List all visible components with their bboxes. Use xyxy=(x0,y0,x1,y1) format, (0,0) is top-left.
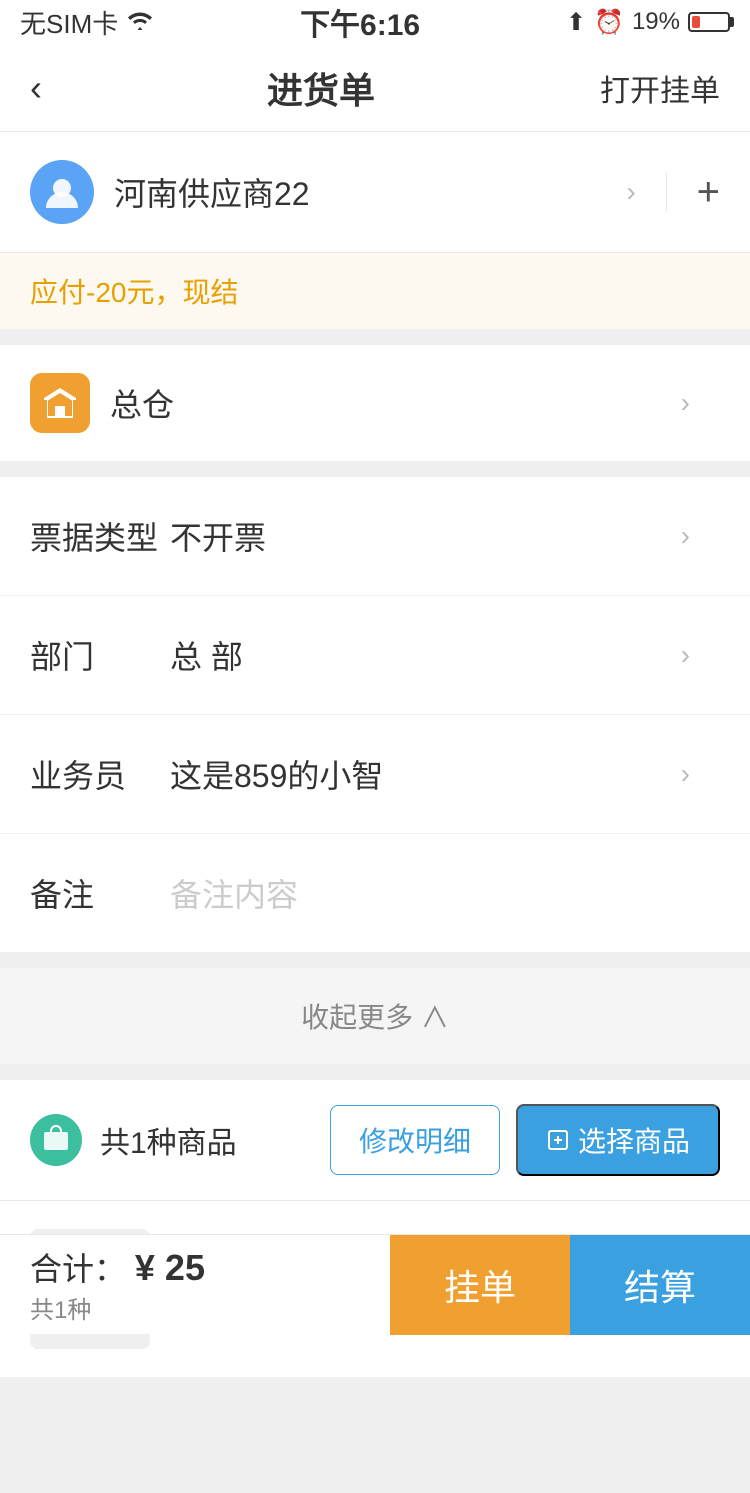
department-chevron-icon: › xyxy=(681,639,690,671)
products-header: 共1种商品 修改明细 选择商品 xyxy=(0,1080,750,1201)
location-icon: ⬆ xyxy=(566,8,586,37)
add-button[interactable]: + xyxy=(697,170,720,215)
warehouse-icon xyxy=(30,373,90,433)
status-time: 下午6:16 xyxy=(300,0,420,44)
invoice-chevron-icon: › xyxy=(681,520,690,552)
products-count: 共1种商品 xyxy=(100,1118,330,1162)
nav-bar: ‹ 进货单 打开挂单 xyxy=(0,44,750,132)
total-count: 共1种 xyxy=(30,1290,360,1325)
supplier-card: 河南供应商22 › + 应付-20元，现结 xyxy=(0,132,750,329)
total-row: 合计： ¥ 25 xyxy=(30,1244,360,1290)
invoice-type-label: 票据类型 xyxy=(30,513,170,559)
products-icon xyxy=(30,1114,82,1166)
form-card: 票据类型 不开票 › 部门 总 部 › 业务员 这是859的小智 › 备注 备注… xyxy=(0,477,750,952)
remark-placeholder: 备注内容 xyxy=(170,870,720,916)
warehouse-row[interactable]: 总仓 › xyxy=(0,345,750,461)
remark-label: 备注 xyxy=(30,870,170,916)
hang-label: 挂单 xyxy=(444,1259,516,1311)
collapse-toggle[interactable]: 收起更多 ∧ xyxy=(0,968,750,1064)
remark-row[interactable]: 备注 备注内容 xyxy=(0,834,750,952)
open-pending-button[interactable]: 打开挂单 xyxy=(600,66,720,110)
carrier-label: 无SIM卡 xyxy=(20,4,118,41)
total-amount: ¥ 25 xyxy=(135,1247,205,1288)
invoice-type-value: 不开票 xyxy=(170,513,681,559)
select-product-label: 选择商品 xyxy=(578,1120,690,1160)
alarm-icon: ⏰ xyxy=(594,8,624,37)
department-value: 总 部 xyxy=(170,632,681,678)
status-left: 无SIM卡 xyxy=(20,4,154,41)
supplier-avatar xyxy=(30,160,94,224)
status-bar: 无SIM卡 下午6:16 ⬆ ⏰ 19% xyxy=(0,0,750,44)
warehouse-name: 总仓 xyxy=(110,380,681,426)
supplier-name: 河南供应商22 xyxy=(114,169,626,215)
battery-icon xyxy=(688,12,730,32)
total-section: 合计： ¥ 25 共1种 xyxy=(0,1244,390,1325)
supplier-divider xyxy=(666,172,667,212)
checkout-label: 结算 xyxy=(624,1259,696,1311)
notice-row: 应付-20元，现结 xyxy=(0,253,750,329)
wifi-icon xyxy=(126,7,154,38)
salesperson-chevron-icon: › xyxy=(681,758,690,790)
chevron-right-icon: › xyxy=(626,176,635,208)
bottom-bar: 合计： ¥ 25 共1种 挂单 结算 xyxy=(0,1234,750,1334)
salesperson-label: 业务员 xyxy=(30,751,170,797)
warehouse-chevron-icon: › xyxy=(681,387,690,419)
salesperson-value: 这是859的小智 xyxy=(170,751,681,797)
page-title: 进货单 xyxy=(267,62,375,114)
status-right: ⬆ ⏰ 19% xyxy=(566,8,730,37)
warehouse-card[interactable]: 总仓 › xyxy=(0,345,750,461)
supplier-row[interactable]: 河南供应商22 › + xyxy=(0,132,750,253)
select-product-button[interactable]: 选择商品 xyxy=(516,1104,720,1176)
department-row[interactable]: 部门 总 部 › xyxy=(0,596,750,715)
battery-pct: 19% xyxy=(632,8,680,36)
edit-detail-button[interactable]: 修改明细 xyxy=(330,1105,500,1175)
department-label: 部门 xyxy=(30,632,170,678)
notice-text: 应付-20元，现结 xyxy=(30,277,238,308)
collapse-label: 收起更多 ∧ xyxy=(301,1002,449,1033)
total-label: 合计： xyxy=(30,1251,126,1287)
checkout-button[interactable]: 结算 xyxy=(570,1235,750,1335)
invoice-type-row[interactable]: 票据类型 不开票 › xyxy=(0,477,750,596)
back-button[interactable]: ‹ xyxy=(30,67,42,109)
hang-button[interactable]: 挂单 xyxy=(390,1235,570,1335)
salesperson-row[interactable]: 业务员 这是859的小智 › xyxy=(0,715,750,834)
